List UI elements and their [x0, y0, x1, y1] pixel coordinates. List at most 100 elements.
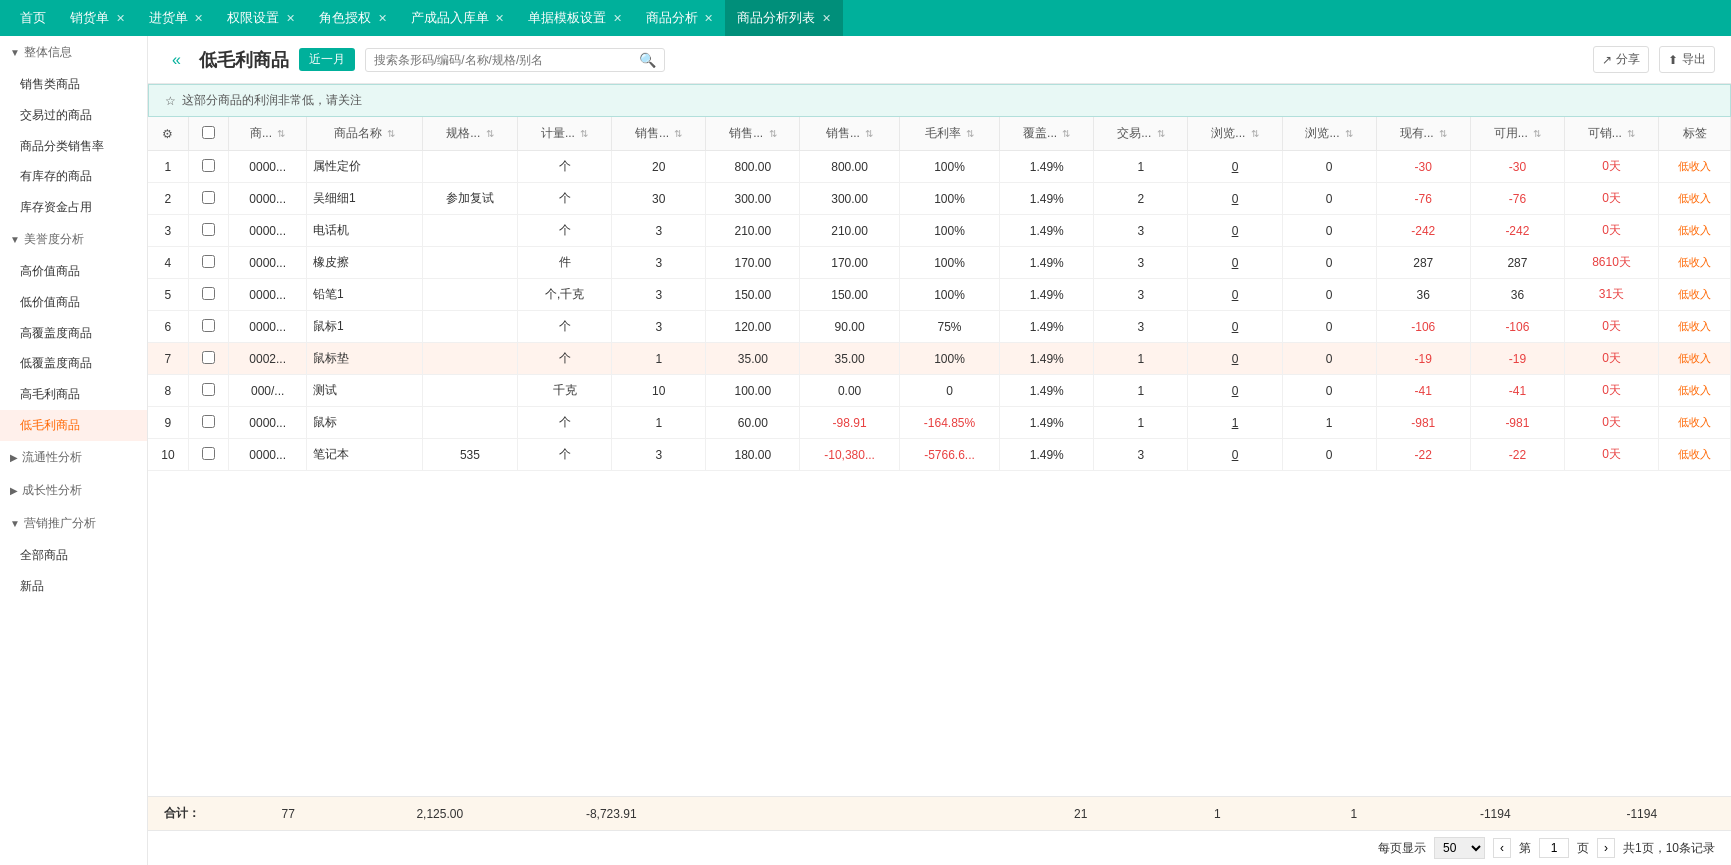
cell-cb-8[interactable] [188, 407, 229, 439]
sidebar-group-marketing[interactable]: ▼ 营销推广分析 [0, 507, 147, 540]
col-sales-price: 销售... ⇅ [706, 117, 800, 151]
cell-views1-6[interactable]: 0 [1188, 343, 1282, 375]
sidebar-item-in-stock[interactable]: 有库存的商品 [0, 161, 147, 192]
sidebar-item-high-gross[interactable]: 高毛利商品 [0, 379, 147, 410]
sidebar-item-all-goods[interactable]: 全部商品 [0, 540, 147, 571]
per-page-select[interactable]: 50 100 [1434, 837, 1485, 859]
nav-goods-analysis[interactable]: 商品分析 ✕ [634, 0, 726, 36]
cell-unit-6: 个 [518, 343, 612, 375]
sort-available[interactable]: ⇅ [1533, 128, 1541, 139]
cell-views1-0[interactable]: 0 [1188, 151, 1282, 183]
sidebar-item-traded-goods[interactable]: 交易过的商品 [0, 100, 147, 131]
row-checkbox-3[interactable] [202, 255, 215, 268]
row-checkbox-9[interactable] [202, 447, 215, 460]
cell-cb-2[interactable] [188, 215, 229, 247]
cell-coverage-9: 1.49% [1000, 439, 1094, 471]
sort-views1[interactable]: ⇅ [1251, 128, 1259, 139]
cell-views1-8[interactable]: 1 [1188, 407, 1282, 439]
select-all-checkbox[interactable] [202, 126, 215, 139]
cell-sales-amount-7: 0.00 [800, 375, 899, 407]
sidebar-item-low-value[interactable]: 低价值商品 [0, 287, 147, 318]
cell-cb-0[interactable] [188, 151, 229, 183]
sidebar-group-circulation[interactable]: ▶ 流通性分析 [0, 441, 147, 474]
row-checkbox-0[interactable] [202, 159, 215, 172]
sort-sellable[interactable]: ⇅ [1627, 128, 1635, 139]
cell-cb-4[interactable] [188, 279, 229, 311]
col-setting[interactable]: ⚙ [148, 117, 188, 151]
sidebar-group-overall[interactable]: ▼ 整体信息 [0, 36, 147, 69]
cell-name-4: 铅笔1 [306, 279, 422, 311]
nav-home[interactable]: 首页 [8, 0, 58, 36]
cell-cb-6[interactable] [188, 343, 229, 375]
cell-unit-1: 个 [518, 183, 612, 215]
sidebar-item-low-coverage[interactable]: 低覆盖度商品 [0, 348, 147, 379]
cell-views1-4[interactable]: 0 [1188, 279, 1282, 311]
cell-cb-7[interactable] [188, 375, 229, 407]
sort-unit[interactable]: ⇅ [580, 128, 588, 139]
nav-sales-order[interactable]: 销货单 ✕ [58, 0, 137, 36]
footer-sales-qty: 77 [268, 807, 308, 821]
sidebar-item-new-goods[interactable]: 新品 [0, 571, 147, 602]
export-btn[interactable]: ⬆ 导出 [1659, 46, 1715, 73]
cell-trade-2: 3 [1094, 215, 1188, 247]
cell-views1-9[interactable]: 0 [1188, 439, 1282, 471]
sidebar-item-high-coverage[interactable]: 高覆盖度商品 [0, 318, 147, 349]
row-checkbox-5[interactable] [202, 319, 215, 332]
row-checkbox-7[interactable] [202, 383, 215, 396]
sort-code[interactable]: ⇅ [277, 128, 285, 139]
cell-sellable-4: 31天 [1564, 279, 1658, 311]
search-box: 🔍 [365, 48, 665, 72]
sort-coverage[interactable]: ⇅ [1062, 128, 1070, 139]
nav-role-auth[interactable]: 角色授权 ✕ [307, 0, 399, 36]
sidebar-item-stock-fund[interactable]: 库存资金占用 [0, 192, 147, 223]
cell-gross-margin-1: 100% [899, 183, 999, 215]
sort-gross-margin[interactable]: ⇅ [966, 128, 974, 139]
cell-views1-7[interactable]: 0 [1188, 375, 1282, 407]
sort-sales-price[interactable]: ⇅ [769, 128, 777, 139]
cell-cb-3[interactable] [188, 247, 229, 279]
table-row: 6 0000... 鼠标1 个 3 120.00 90.00 75% 1.49%… [148, 311, 1731, 343]
next-page-btn[interactable]: › [1597, 838, 1615, 858]
cell-code-4: 0000... [229, 279, 307, 311]
share-btn[interactable]: ↗ 分享 [1593, 46, 1649, 73]
nav-product-storage[interactable]: 产成品入库单 ✕ [399, 0, 517, 36]
sidebar-group-growth[interactable]: ▶ 成长性分析 [0, 474, 147, 507]
col-available: 可用... ⇅ [1470, 117, 1564, 151]
sort-sales-amount[interactable]: ⇅ [865, 128, 873, 139]
nav-goods-analysis-list[interactable]: 商品分析列表 ✕ [725, 0, 843, 36]
sort-current-stock[interactable]: ⇅ [1439, 128, 1447, 139]
nav-template-setting[interactable]: 单据模板设置 ✕ [516, 0, 634, 36]
cell-code-8: 0000... [229, 407, 307, 439]
nav-purchase-order[interactable]: 进货单 ✕ [137, 0, 216, 36]
sort-name[interactable]: ⇅ [387, 128, 395, 139]
nav-permission-setting[interactable]: 权限设置 ✕ [215, 0, 307, 36]
row-checkbox-4[interactable] [202, 287, 215, 300]
sidebar-item-category-sales-rate[interactable]: 商品分类销售率 [0, 131, 147, 162]
row-checkbox-1[interactable] [202, 191, 215, 204]
sort-sales-qty[interactable]: ⇅ [674, 128, 682, 139]
sidebar-item-low-gross[interactable]: 低毛利商品 [0, 410, 147, 441]
search-input[interactable] [374, 53, 639, 67]
row-checkbox-2[interactable] [202, 223, 215, 236]
row-checkbox-6[interactable] [202, 351, 215, 364]
cell-views1-5[interactable]: 0 [1188, 311, 1282, 343]
sort-trade[interactable]: ⇅ [1157, 128, 1165, 139]
cell-views1-2[interactable]: 0 [1188, 215, 1282, 247]
cell-views1-3[interactable]: 0 [1188, 247, 1282, 279]
cell-views1-1[interactable]: 0 [1188, 183, 1282, 215]
cell-cb-5[interactable] [188, 311, 229, 343]
filter-recent-month-btn[interactable]: 近一月 [299, 48, 355, 71]
cell-cb-9[interactable] [188, 439, 229, 471]
row-checkbox-8[interactable] [202, 415, 215, 428]
cell-cb-1[interactable] [188, 183, 229, 215]
sort-spec[interactable]: ⇅ [486, 128, 494, 139]
sidebar-item-sales-goods[interactable]: 销售类商品 [0, 69, 147, 100]
sidebar-group-reputation[interactable]: ▼ 美誉度分析 [0, 223, 147, 256]
sidebar-collapse-btn[interactable]: « [164, 51, 189, 69]
sort-views2[interactable]: ⇅ [1345, 128, 1353, 139]
prev-page-btn[interactable]: ‹ [1493, 838, 1511, 858]
cell-coverage-7: 1.49% [1000, 375, 1094, 407]
sidebar-item-high-value[interactable]: 高价值商品 [0, 256, 147, 287]
page-input[interactable] [1539, 838, 1569, 858]
col-checkbox[interactable] [188, 117, 229, 151]
